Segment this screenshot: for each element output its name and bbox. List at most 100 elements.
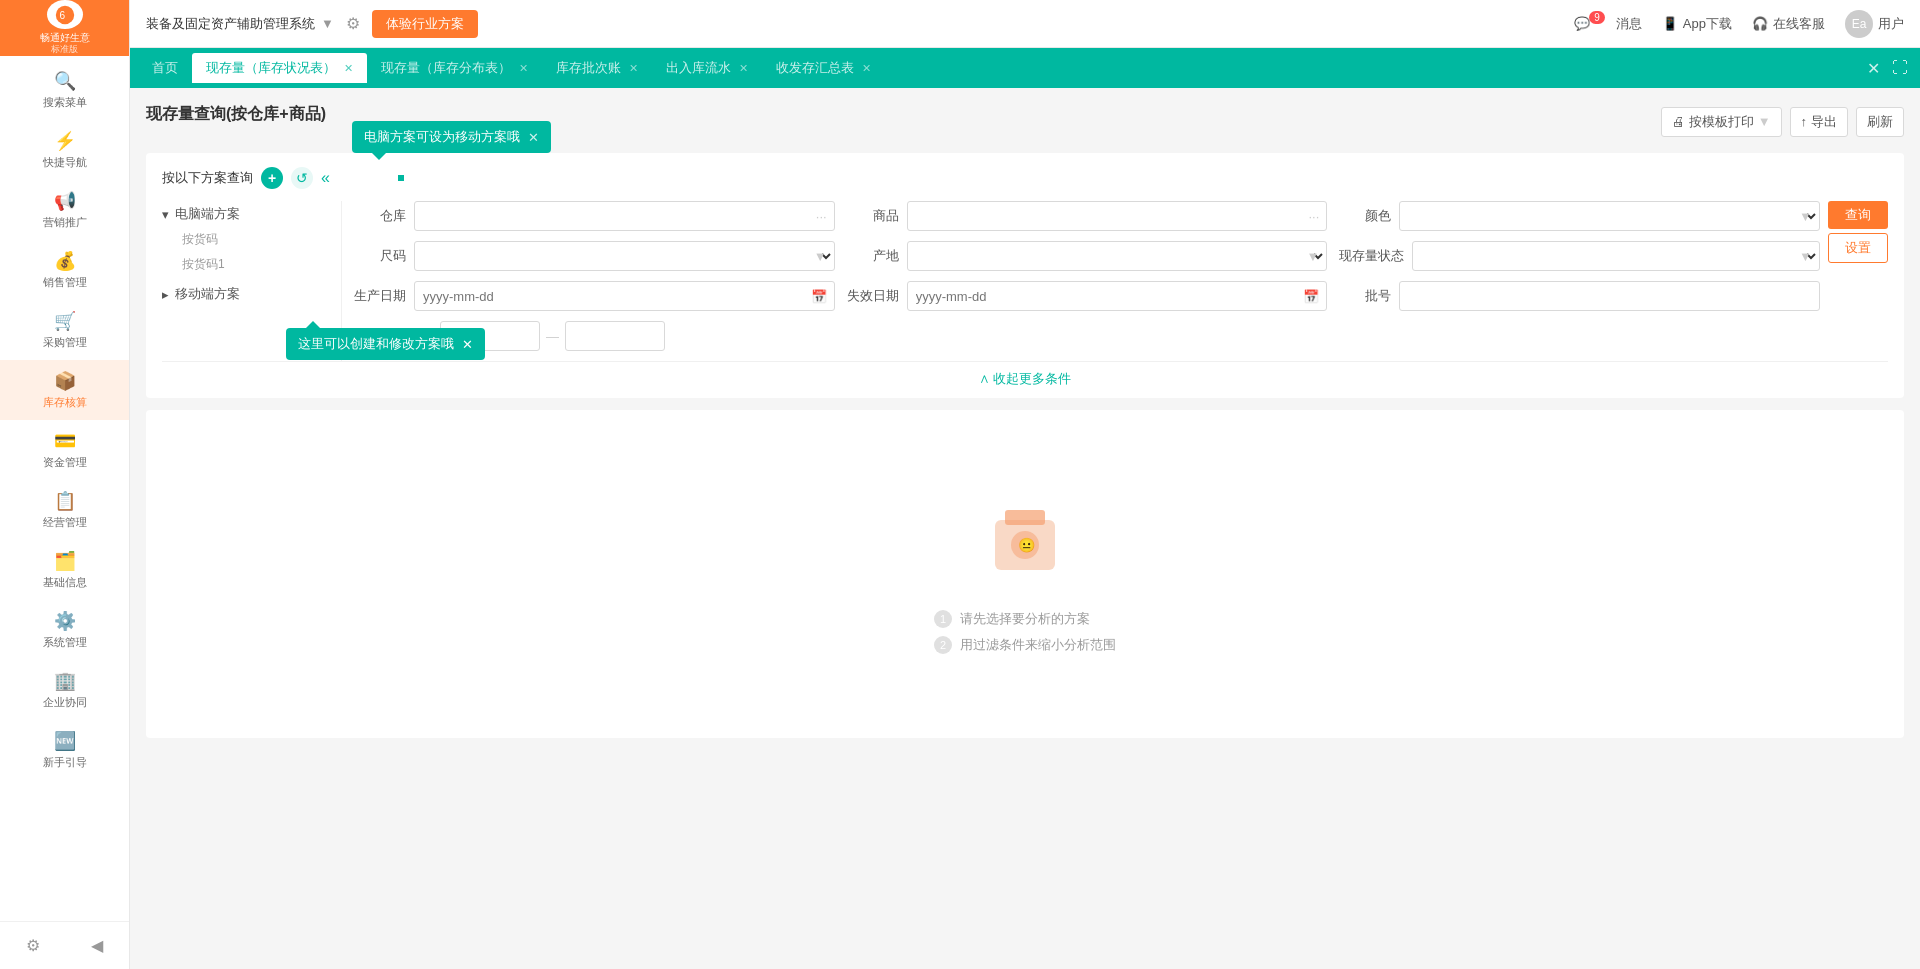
origin-field: 产地 ▼: [847, 241, 1328, 271]
system-settings-btn[interactable]: ⚙: [346, 14, 360, 33]
message-icon: 💬: [1574, 16, 1590, 31]
sidebar-item-enterprise[interactable]: 🏢 企业协同: [0, 660, 129, 720]
refresh-btn[interactable]: 刷新: [1856, 107, 1904, 137]
sidebar-bottom: ⚙ ◀: [0, 921, 129, 969]
online-service-btn[interactable]: 🎧 在线客服: [1752, 15, 1825, 33]
system-title-text: 装备及固定资产辅助管理系统: [146, 15, 315, 33]
app-download-btn[interactable]: 📱 App下载: [1662, 15, 1732, 33]
print-dropdown-icon: ▼: [1758, 114, 1771, 129]
tab-batch-account-close[interactable]: ✕: [629, 62, 638, 75]
system-title-dropdown-icon[interactable]: ▼: [321, 16, 334, 31]
expire-date-label: 失效日期: [847, 287, 899, 305]
stock-qty-to-input[interactable]: [565, 321, 665, 351]
stock-status-select[interactable]: [1412, 241, 1820, 271]
phone-icon: 📱: [1662, 16, 1678, 31]
print-btn[interactable]: 🖨 按模板打印 ▼: [1661, 107, 1782, 137]
sidebar-item-quick-nav[interactable]: ⚡ 快捷导航: [0, 120, 129, 180]
sidebar-item-guide[interactable]: 🆕 新手引导: [0, 720, 129, 780]
filter-add-btn[interactable]: +: [261, 167, 283, 189]
tab-inout-flow-close[interactable]: ✕: [739, 62, 748, 75]
scheme-pc-group[interactable]: ▾ 电脑端方案: [162, 201, 329, 227]
finance-icon: 💳: [54, 430, 76, 452]
filter-arrow-btn[interactable]: «: [321, 169, 330, 187]
expire-date-field: 失效日期 📅: [847, 281, 1328, 311]
tab-home[interactable]: 首页: [138, 53, 192, 83]
scheme-item-huoma[interactable]: 按货码: [178, 227, 329, 252]
service-icon: 🎧: [1752, 16, 1768, 31]
sidebar-item-search[interactable]: 🔍 搜索菜单: [0, 60, 129, 120]
sidebar-settings-btn[interactable]: ⚙: [20, 930, 46, 961]
goods-input[interactable]: [907, 201, 1328, 231]
guide-icon: 🆕: [54, 730, 76, 752]
color-select[interactable]: [1399, 201, 1820, 231]
tab-home-label: 首页: [152, 59, 178, 77]
sidebar-item-finance[interactable]: 💳 资金管理: [0, 420, 129, 480]
color-label: 颜色: [1339, 207, 1391, 225]
batch-label: 批号: [1339, 287, 1391, 305]
sidebar-collapse-btn[interactable]: ◀: [85, 930, 109, 961]
operations-icon: 📋: [54, 490, 76, 512]
tab-bar: 首页 现存量（库存状况表） ✕ 现存量（库存分布表） ✕ 库存批次账 ✕ 出入库…: [130, 48, 1920, 88]
goods-input-wrap: ···: [907, 201, 1328, 231]
trial-button[interactable]: 体验行业方案: [372, 10, 478, 38]
sidebar-item-base-info[interactable]: 🗂️ 基础信息: [0, 540, 129, 600]
sidebar-item-label-system: 系统管理: [43, 635, 87, 650]
color-select-wrap: ▼: [1399, 201, 1820, 231]
tab-inventory-dist-close[interactable]: ✕: [519, 62, 528, 75]
filter-refresh-btn[interactable]: ↺: [291, 167, 313, 189]
tab-stock-summary[interactable]: 收发存汇总表 ✕: [762, 53, 885, 83]
size-select[interactable]: [414, 241, 835, 271]
tooltip2-close[interactable]: ✕: [462, 337, 473, 352]
tab-stock-summary-close[interactable]: ✕: [862, 62, 871, 75]
sidebar-item-system[interactable]: ⚙️ 系统管理: [0, 600, 129, 660]
message-btn[interactable]: 💬 9 消息: [1574, 15, 1642, 33]
tab-batch-account[interactable]: 库存批次账 ✕: [542, 53, 652, 83]
sidebar-item-marketing[interactable]: 📢 营销推广: [0, 180, 129, 240]
tooltip1-close[interactable]: ✕: [528, 130, 539, 145]
export-btn[interactable]: ↑ 导出: [1790, 107, 1849, 137]
step1-num: 1: [934, 610, 952, 628]
collapse-label: 收起更多条件: [993, 371, 1071, 386]
tab-inventory-status[interactable]: 现存量（库存状况表） ✕: [192, 53, 367, 83]
scheme-pc-children: 按货码 按货码1: [162, 227, 329, 277]
query-btn[interactable]: 查询: [1828, 201, 1888, 229]
warehouse-input[interactable]: [414, 201, 835, 231]
filter-header: 按以下方案查询 + ↺ « 电脑方案可设为移动方案哦 ✕: [162, 167, 1888, 189]
export-icon: ↑: [1801, 114, 1808, 129]
collapse-row[interactable]: ∧ 收起更多条件: [162, 361, 1888, 398]
step2-text: 用过滤条件来缩小分析范围: [960, 632, 1116, 658]
logo-text: 畅通好生意 标准版: [40, 31, 90, 56]
purchase-icon: 🛒: [54, 310, 76, 332]
tab-inout-flow[interactable]: 出入库流水 ✕: [652, 53, 762, 83]
batch-input-wrap: [1399, 281, 1820, 311]
sidebar-item-sales[interactable]: 💰 销售管理: [0, 240, 129, 300]
user-area[interactable]: Ea 用户: [1845, 10, 1904, 38]
empty-illustration: 😐: [975, 490, 1075, 590]
size-field: 尺码 ▼: [354, 241, 835, 271]
svg-rect-3: [1005, 510, 1045, 525]
sidebar-item-label-marketing: 营销推广: [43, 215, 87, 230]
empty-step2: 2 用过滤条件来缩小分析范围: [934, 632, 1116, 658]
sidebar-item-purchase[interactable]: 🛒 采购管理: [0, 300, 129, 360]
filter-header-label: 按以下方案查询: [162, 169, 253, 187]
sidebar-item-inventory[interactable]: 📦 库存核算: [0, 360, 129, 420]
tab-close-all-btn[interactable]: ✕: [1863, 55, 1884, 82]
query-buttons: 查询 设置: [1828, 201, 1888, 361]
goods-field: 商品 ···: [847, 201, 1328, 231]
enterprise-icon: 🏢: [54, 670, 76, 692]
prod-date-input[interactable]: [414, 281, 835, 311]
origin-select[interactable]: [907, 241, 1328, 271]
tooltip1-text: 电脑方案可设为移动方案哦: [364, 128, 520, 146]
expire-date-input-wrap: 📅: [907, 281, 1328, 311]
set-btn[interactable]: 设置: [1828, 233, 1888, 263]
sidebar-logo: 6 畅通好生意 标准版: [0, 0, 129, 56]
tab-inventory-dist[interactable]: 现存量（库存分布表） ✕: [367, 53, 542, 83]
tab-inventory-status-close[interactable]: ✕: [344, 62, 353, 75]
expire-date-input[interactable]: [907, 281, 1328, 311]
quicknav-icon: ⚡: [54, 130, 76, 152]
tab-fullscreen-btn[interactable]: ⛶: [1888, 55, 1912, 81]
scheme-item-huoma1[interactable]: 按货码1: [178, 252, 329, 277]
batch-input[interactable]: [1399, 281, 1820, 311]
scheme-mobile-group[interactable]: ▸ 移动端方案: [162, 281, 329, 307]
sidebar-item-operations[interactable]: 📋 经营管理: [0, 480, 129, 540]
